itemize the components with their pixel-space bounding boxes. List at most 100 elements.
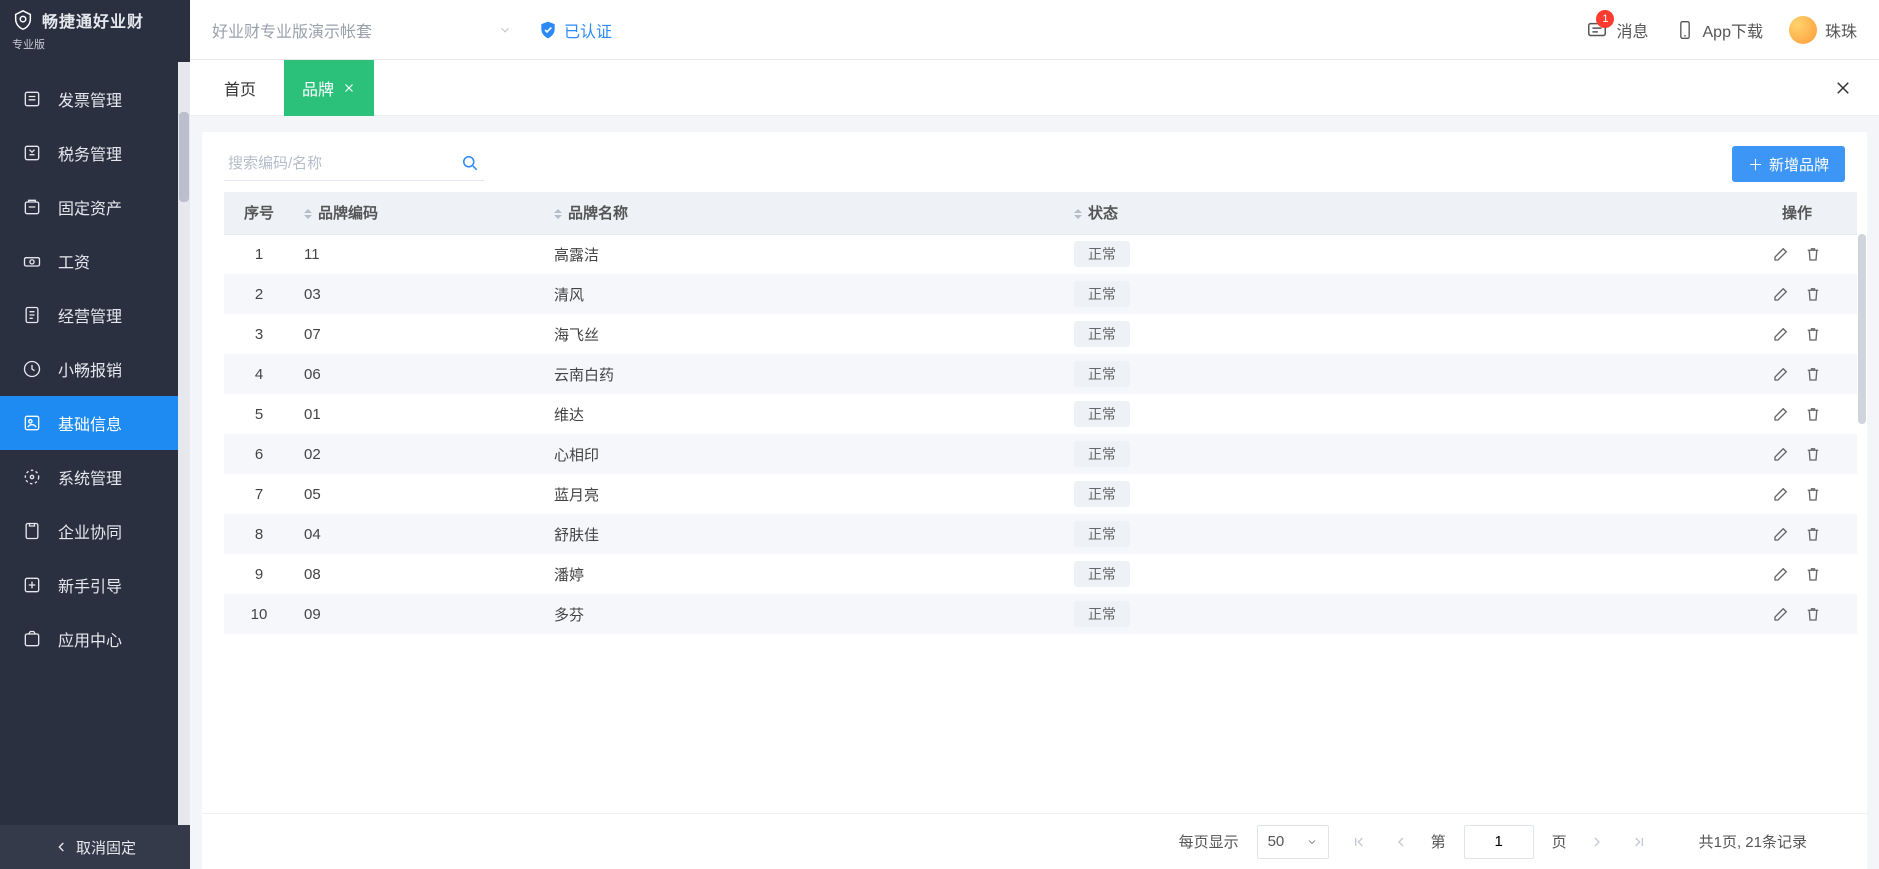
nav-icon: [22, 575, 42, 595]
tab-brand-label: 品牌: [302, 76, 334, 100]
user-menu[interactable]: 珠珠: [1789, 16, 1857, 44]
cell-code: 09: [294, 594, 544, 634]
delete-button[interactable]: [1804, 405, 1822, 423]
edit-button[interactable]: [1772, 245, 1790, 263]
col-header-status[interactable]: 状态: [1064, 192, 1737, 234]
table-row[interactable]: 111高露洁正常: [224, 234, 1857, 274]
next-page-button[interactable]: [1585, 830, 1609, 854]
cell-code: 05: [294, 474, 544, 514]
close-tab-icon[interactable]: [342, 81, 356, 95]
tab-home[interactable]: 首页: [206, 60, 274, 116]
account-select[interactable]: 好业财专业版演示帐套: [212, 11, 512, 49]
edit-button[interactable]: [1772, 365, 1790, 383]
cell-name: 多芬: [544, 594, 1064, 634]
delete-button[interactable]: [1804, 365, 1822, 383]
sidebar-item-5[interactable]: 小畅报销: [0, 342, 178, 396]
status-badge: 正常: [1074, 361, 1130, 387]
sidebar-item-label: 工资: [58, 249, 90, 273]
messages-button[interactable]: 1 消息: [1586, 18, 1648, 42]
toolbar: ＋ 新增品牌: [202, 132, 1867, 192]
page-input[interactable]: [1464, 825, 1534, 859]
table-scrollbar[interactable]: [1857, 234, 1867, 813]
sidebar-item-label: 企业协同: [58, 519, 122, 543]
sidebar-item-label: 基础信息: [58, 411, 122, 435]
cell-name: 清风: [544, 274, 1064, 314]
delete-button[interactable]: [1804, 325, 1822, 343]
sidebar-nav: 发票管理税务管理固定资产工资经营管理小畅报销基础信息系统管理企业协同新手引导应用…: [0, 62, 178, 825]
sidebar-item-1[interactable]: 税务管理: [0, 126, 178, 180]
nav-icon: [22, 413, 42, 433]
close-icon: [1834, 79, 1852, 97]
cell-status: 正常: [1064, 314, 1737, 354]
sidebar-unpin-button[interactable]: 取消固定: [0, 825, 190, 869]
sort-icon: [1074, 209, 1082, 219]
table-row[interactable]: 501维达正常: [224, 394, 1857, 434]
first-page-button[interactable]: [1347, 830, 1371, 854]
table-row[interactable]: 602心相印正常: [224, 434, 1857, 474]
edit-button[interactable]: [1772, 325, 1790, 343]
delete-button[interactable]: [1804, 245, 1822, 263]
edit-button[interactable]: [1772, 565, 1790, 583]
delete-button[interactable]: [1804, 605, 1822, 623]
close-all-tabs-button[interactable]: [1823, 68, 1863, 108]
table-row[interactable]: 307海飞丝正常: [224, 314, 1857, 354]
sidebar-item-label: 系统管理: [58, 465, 122, 489]
messages-badge: 1: [1596, 10, 1614, 28]
per-page-select[interactable]: 50: [1257, 825, 1329, 859]
cell-index: 4: [224, 354, 294, 394]
status-badge: 正常: [1074, 561, 1130, 587]
sort-icon: [304, 209, 312, 219]
col-header-name[interactable]: 品牌名称: [544, 192, 1064, 234]
delete-button[interactable]: [1804, 485, 1822, 503]
search-input[interactable]: [224, 147, 484, 181]
sidebar-item-label: 小畅报销: [58, 357, 122, 381]
cell-code: 02: [294, 434, 544, 474]
edit-button[interactable]: [1772, 485, 1790, 503]
cell-index: 6: [224, 434, 294, 474]
cell-code: 03: [294, 274, 544, 314]
table-row[interactable]: 1009多芬正常: [224, 594, 1857, 634]
sidebar: 畅捷通好业财 专业版 发票管理税务管理固定资产工资经营管理小畅报销基础信息系统管…: [0, 0, 190, 869]
last-page-button[interactable]: [1627, 830, 1651, 854]
brand-title: 畅捷通好业财: [42, 8, 144, 32]
delete-button[interactable]: [1804, 285, 1822, 303]
table-row[interactable]: 705蓝月亮正常: [224, 474, 1857, 514]
edit-button[interactable]: [1772, 405, 1790, 423]
delete-button[interactable]: [1804, 525, 1822, 543]
sidebar-item-label: 应用中心: [58, 627, 122, 651]
sidebar-item-0[interactable]: 发票管理: [0, 72, 178, 126]
cell-name: 蓝月亮: [544, 474, 1064, 514]
edit-button[interactable]: [1772, 605, 1790, 623]
edit-button[interactable]: [1772, 285, 1790, 303]
delete-button[interactable]: [1804, 445, 1822, 463]
phone-icon: [1675, 20, 1695, 40]
table-row[interactable]: 804舒肤佳正常: [224, 514, 1857, 554]
prev-page-button[interactable]: [1389, 830, 1413, 854]
sidebar-item-3[interactable]: 工资: [0, 234, 178, 288]
sidebar-item-7[interactable]: 系统管理: [0, 450, 178, 504]
edit-button[interactable]: [1772, 525, 1790, 543]
table-row[interactable]: 203清风正常: [224, 274, 1857, 314]
edit-button[interactable]: [1772, 445, 1790, 463]
col-header-code[interactable]: 品牌编码: [294, 192, 544, 234]
plus-icon: ＋: [1748, 154, 1763, 175]
sidebar-item-9[interactable]: 新手引导: [0, 558, 178, 612]
status-badge: 正常: [1074, 601, 1130, 627]
delete-button[interactable]: [1804, 565, 1822, 583]
cell-index: 10: [224, 594, 294, 634]
sidebar-item-6[interactable]: 基础信息: [0, 396, 178, 450]
sidebar-item-10[interactable]: 应用中心: [0, 612, 178, 666]
table-row[interactable]: 406云南白药正常: [224, 354, 1857, 394]
cell-code: 07: [294, 314, 544, 354]
cell-code: 08: [294, 554, 544, 594]
sidebar-item-4[interactable]: 经营管理: [0, 288, 178, 342]
app-download-button[interactable]: App下载: [1675, 18, 1763, 42]
tab-brand[interactable]: 品牌: [284, 60, 374, 116]
table-row[interactable]: 908潘婷正常: [224, 554, 1857, 594]
shield-check-icon: [538, 20, 558, 40]
sidebar-scrollbar[interactable]: [178, 62, 190, 825]
search-button[interactable]: [458, 151, 482, 175]
sidebar-item-2[interactable]: 固定资产: [0, 180, 178, 234]
sidebar-item-8[interactable]: 企业协同: [0, 504, 178, 558]
add-brand-button[interactable]: ＋ 新增品牌: [1732, 146, 1845, 182]
